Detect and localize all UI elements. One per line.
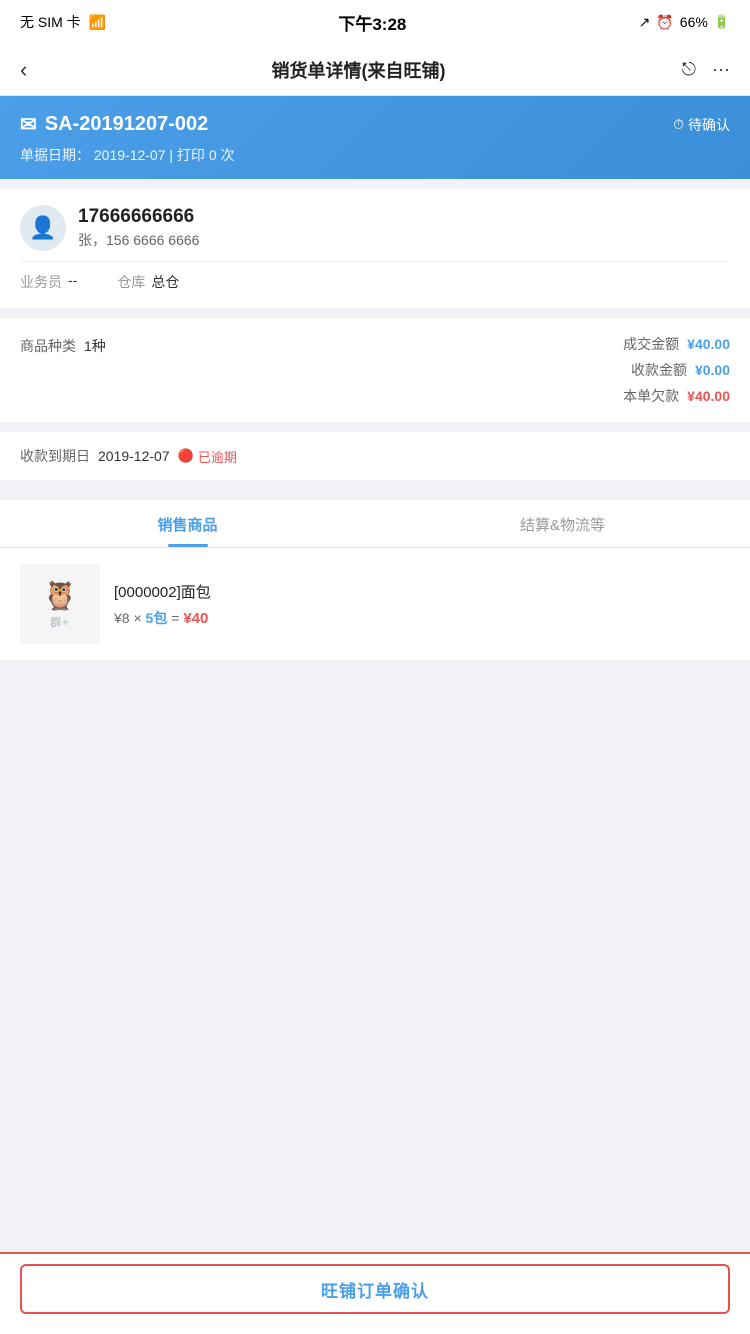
sales-label: 业务员 <box>20 272 62 292</box>
amount-label: 成交金额 <box>623 334 679 354</box>
bottom-bar: 旺铺订单确认 <box>0 1252 750 1334</box>
amount-value: ¥40.00 <box>687 336 730 352</box>
more-icon[interactable]: ··· <box>712 59 730 80</box>
date-value: 2019-12-07 <box>94 147 166 163</box>
due-card: 收款到期日 2019-12-07 🔴 已逾期 <box>0 432 750 480</box>
carrier-text: 无 SIM 卡 <box>20 12 81 32</box>
print-unit: 次 <box>221 147 235 163</box>
summary-card: 商品种类 1种 成交金额 ¥40.00 收款金额 ¥0.00 本单欠款 ¥40.… <box>0 318 750 422</box>
back-button[interactable]: ‹ <box>20 53 35 87</box>
product-name: [0000002]面包 <box>114 581 730 602</box>
summary-left: 商品种类 1种 <box>20 334 623 356</box>
section-divider <box>0 490 750 500</box>
warehouse-label: 仓库 <box>117 272 145 292</box>
tabs: 销售商品 结算&物流等 <box>0 500 750 548</box>
order-icon: ✉ <box>20 112 37 137</box>
warehouse-meta: 仓库 总仓 <box>117 272 179 292</box>
summary-right: 成交金额 ¥40.00 收款金额 ¥0.00 本单欠款 ¥40.00 <box>623 334 730 406</box>
page-title: 销货单详情(来自旺铺) <box>35 57 681 83</box>
equals-sign: = <box>171 610 183 626</box>
category-label: 商品种类 <box>20 336 76 356</box>
status-right: ↗ ⏰ 66% 🔋 <box>639 14 730 31</box>
status-text: 待确认 <box>688 115 730 135</box>
sales-value: -- <box>68 272 77 292</box>
owl-icon: 🦉 <box>43 579 78 612</box>
customer-phone: 17666666666 <box>78 206 199 228</box>
avatar: 👤 <box>20 205 66 251</box>
received-value: ¥0.00 <box>695 362 730 378</box>
category-value: 1种 <box>84 336 106 356</box>
order-header: ✉ SA-20191207-002 ⏱ 待确认 单据日期： 2019-12-07… <box>0 96 750 179</box>
overdue-text: 已逾期 <box>198 447 237 466</box>
order-date-row: 单据日期： 2019-12-07 | 打印 0 次 <box>20 145 730 165</box>
tab-settlement-label: 结算&物流等 <box>520 517 605 534</box>
location-icon: ↗ <box>639 14 651 31</box>
tab-sales-products[interactable]: 销售商品 <box>0 500 375 547</box>
product-list: 🦉 群+ [0000002]面包 ¥8 × 5包 = ¥40 <box>0 548 750 660</box>
price-unit: ¥8 <box>114 610 130 626</box>
nav-actions: ⎋ ··· <box>682 59 730 80</box>
due-date-value: 2019-12-07 <box>98 448 170 464</box>
customer-card: 👤 17666666666 张，156 6666 6666 业务员 -- 仓库 … <box>0 189 750 308</box>
multiply-sign: × <box>133 610 145 626</box>
order-status: ⏱ 待确认 <box>673 115 730 135</box>
print-count: 0 <box>209 147 217 163</box>
product-thumbnail: 🦉 群+ <box>20 564 100 644</box>
tab-settlement[interactable]: 结算&物流等 <box>375 500 750 547</box>
battery-text: 66% <box>680 14 708 30</box>
owl-plus-text: 群+ <box>50 614 69 630</box>
received-row: 收款金额 ¥0.00 <box>631 360 730 380</box>
print-label: | 打印 <box>169 147 205 163</box>
confirm-order-button[interactable]: 旺铺订单确认 <box>20 1264 730 1314</box>
due-label: 收款到期日 <box>20 446 90 466</box>
date-label: 单据日期： <box>20 147 90 163</box>
customer-sub-info: 张，156 6666 6666 <box>78 230 199 250</box>
order-id-text: SA-20191207-002 <box>45 113 208 136</box>
product-info: [0000002]面包 ¥8 × 5包 = ¥40 <box>114 581 730 628</box>
table-row: 🦉 群+ [0000002]面包 ¥8 × 5包 = ¥40 <box>0 548 750 660</box>
time-display: 下午3:28 <box>338 10 406 35</box>
wifi-icon: 📶 <box>89 14 106 31</box>
status-left: 无 SIM 卡 📶 <box>20 12 106 32</box>
product-total: ¥40 <box>183 610 208 627</box>
tab-sales-label: 销售商品 <box>157 517 217 534</box>
nav-bar: ‹ 销货单详情(来自旺铺) ⎋ ··· <box>0 44 750 96</box>
content-area <box>0 670 750 890</box>
avatar-icon: 👤 <box>29 215 56 241</box>
order-id-row: ✉ SA-20191207-002 <box>20 112 208 137</box>
amount-row: 成交金额 ¥40.00 <box>623 334 730 354</box>
overdue-icon: 🔴 <box>178 448 194 464</box>
owed-label: 本单欠款 <box>623 386 679 406</box>
received-label: 收款金额 <box>631 360 687 380</box>
owed-row: 本单欠款 ¥40.00 <box>623 386 730 406</box>
product-price: ¥8 × 5包 = ¥40 <box>114 608 730 628</box>
customer-meta: 业务员 -- 仓库 总仓 <box>20 261 730 292</box>
status-clock-icon: ⏱ <box>673 116 684 133</box>
owed-value: ¥40.00 <box>687 388 730 404</box>
product-qty: 5包 <box>146 610 168 626</box>
status-bar: 无 SIM 卡 📶 下午3:28 ↗ ⏰ 66% 🔋 <box>0 0 750 44</box>
share-icon[interactable]: ⎋ <box>682 59 696 80</box>
overdue-badge: 🔴 已逾期 <box>178 447 237 466</box>
sales-meta: 业务员 -- <box>20 272 77 292</box>
warehouse-value: 总仓 <box>151 272 179 292</box>
battery-icon: 🔋 <box>714 14 730 30</box>
alarm-icon: ⏰ <box>656 14 673 31</box>
